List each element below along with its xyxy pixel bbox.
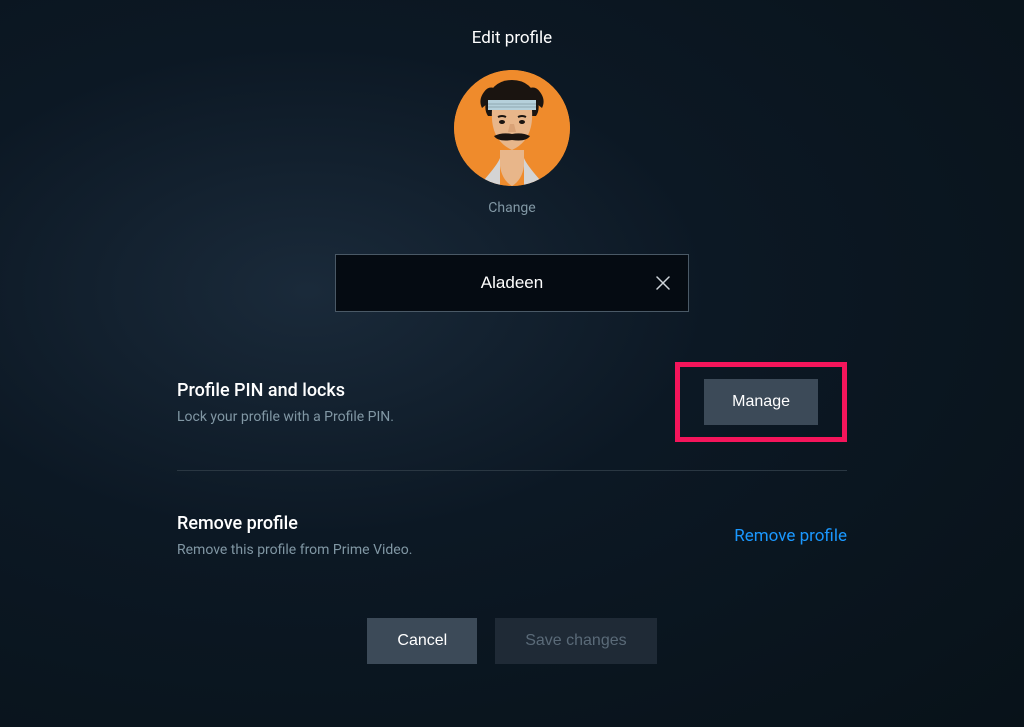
pin-title: Profile PIN and locks — [177, 380, 675, 401]
profile-name-input[interactable] — [335, 254, 689, 312]
cancel-button[interactable]: Cancel — [367, 618, 477, 664]
pin-setting-row: Profile PIN and locks Lock your profile … — [177, 362, 847, 470]
remove-profile-link[interactable]: Remove profile — [734, 526, 847, 546]
page-title: Edit profile — [472, 28, 552, 48]
settings-list: Profile PIN and locks Lock your profile … — [177, 362, 847, 558]
remove-desc: Remove this profile from Prime Video. — [177, 542, 734, 558]
remove-title: Remove profile — [177, 513, 734, 534]
edit-profile-panel: Edit profile — [0, 0, 1024, 664]
name-input-wrap — [335, 254, 689, 312]
pin-desc: Lock your profile with a Profile PIN. — [177, 409, 675, 425]
remove-setting-text: Remove profile Remove this profile from … — [177, 513, 734, 558]
clear-name-icon[interactable] — [655, 275, 671, 291]
manage-highlight-box: Manage — [675, 362, 847, 442]
change-avatar-link[interactable]: Change — [488, 200, 535, 216]
pin-setting-text: Profile PIN and locks Lock your profile … — [177, 380, 675, 425]
remove-setting-row: Remove profile Remove this profile from … — [177, 471, 847, 558]
avatar-section: Change — [454, 70, 570, 216]
avatar-image[interactable] — [454, 70, 570, 186]
manage-button[interactable]: Manage — [704, 379, 818, 425]
save-button[interactable]: Save changes — [495, 618, 656, 664]
footer-buttons: Cancel Save changes — [367, 618, 656, 664]
